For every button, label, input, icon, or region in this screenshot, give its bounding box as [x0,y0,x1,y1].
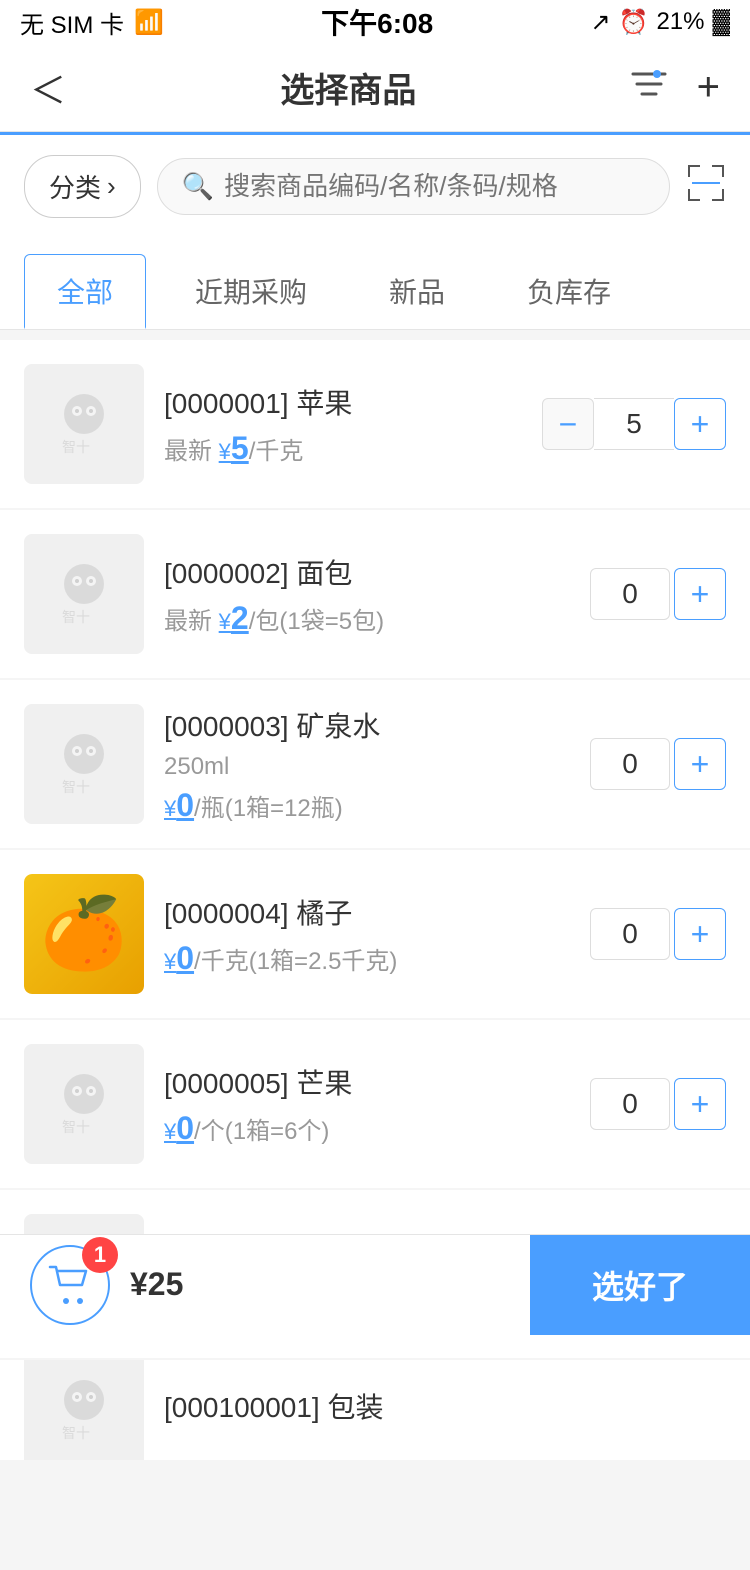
product-image-0000001: 智十 [24,364,144,484]
product-name: [000100001] 包装 [164,1386,726,1426]
status-bar: 无 SIM 卡 📶 下午6:08 ↗ ⏰ 21% ▓ [0,0,750,44]
qty-control-0000005: + [590,1078,726,1130]
tabs-row: 全部 近期采购 新品 负库存 [0,238,750,330]
product-price: ¥0/个(1箱=6个) [164,1110,570,1147]
cart-icon-button[interactable]: 1 [30,1245,110,1325]
search-icon: 🔍 [182,171,214,202]
product-image-0000003: 智十 [24,704,144,824]
qty-plus-button[interactable]: + [674,1078,726,1130]
confirm-button[interactable]: 选好了 [530,1235,750,1335]
sim-status: 无 SIM 卡 [20,5,124,40]
list-item: 智十 [0000002] 面包 最新 ¥2/包(1袋=5包) + [0,510,750,678]
qty-input[interactable] [590,908,670,960]
location-icon: ↗ [590,8,610,37]
qty-control-0000004: + [590,908,726,960]
back-button[interactable]: ＜ [30,62,66,114]
tab-recent[interactable]: 近期采购 [162,254,340,329]
product-image-0000002: 智十 [24,534,144,654]
list-item-partial: 智十 [000100001] 包装 [0,1360,750,1460]
price-value: 5 [231,430,249,466]
list-item: 智十 [0000001] 苹果 最新 ¥5/千克 − + [0,340,750,508]
product-price: 最新 ¥5/千克 [164,430,522,467]
qty-input[interactable] [594,398,674,450]
category-label: 分类 [49,168,101,205]
battery-status: 21% [656,8,704,36]
category-button[interactable]: 分类 › [24,155,141,218]
list-item: 🍊 [0000004] 橘子 ¥0/千克(1箱=2.5千克) + [0,850,750,1018]
product-name: [0000005] 芒果 [164,1062,570,1102]
product-price: 最新 ¥2/包(1袋=5包) [164,600,570,637]
product-price: ¥0/瓶(1箱=12瓶) [164,787,570,824]
qty-input[interactable] [590,1078,670,1130]
tab-new[interactable]: 新品 [356,254,478,329]
svg-text:智十: 智十 [62,439,90,455]
list-item: 智十 [0000003] 矿泉水 250ml ¥0/瓶(1箱=12瓶) + [0,680,750,848]
product-name: [0000002] 面包 [164,552,570,592]
product-name: [0000003] 矿泉水 [164,705,570,745]
product-image-0000005: 智十 [24,1044,144,1164]
add-button[interactable]: + [697,65,720,110]
qty-plus-button[interactable]: + [674,398,726,450]
nav-actions: + [631,65,720,110]
alarm-icon: ⏰ [619,8,649,37]
cart-badge: 1 [82,1237,118,1273]
qty-plus-button[interactable]: + [674,738,726,790]
status-right: ↗ ⏰ 21% ▓ [590,8,730,37]
product-info-0000005: [0000005] 芒果 ¥0/个(1箱=6个) [164,1062,570,1147]
status-left: 无 SIM 卡 📶 [20,5,164,40]
bottom-bar: 1 ¥25 选好了 [0,1234,750,1334]
product-info-0000002: [0000002] 面包 最新 ¥2/包(1袋=5包) [164,552,570,637]
qty-plus-button[interactable]: + [674,908,726,960]
qty-control-0000002: + [590,568,726,620]
product-info-0000003: [0000003] 矿泉水 250ml ¥0/瓶(1箱=12瓶) [164,705,570,824]
product-info-0000004: [0000004] 橘子 ¥0/千克(1箱=2.5千克) [164,892,570,977]
cart-section: 1 ¥25 [0,1245,530,1325]
list-item: 智十 [0000005] 芒果 ¥0/个(1箱=6个) + [0,1020,750,1188]
product-image-0000004: 🍊 [24,874,144,994]
filter-icon[interactable] [631,68,667,108]
qty-input[interactable] [590,738,670,790]
product-name: [0000001] 苹果 [164,382,522,422]
status-time: 下午6:08 [321,2,433,42]
qty-plus-button[interactable]: + [674,568,726,620]
qty-control-0000001: − + [542,398,726,450]
battery-icon: ▓ [713,8,731,36]
search-input[interactable] [224,171,645,202]
qty-minus-button[interactable]: − [542,398,594,450]
scan-icon[interactable] [686,163,726,211]
cart-total-price: ¥25 [130,1266,183,1303]
product-info-0000001: [0000001] 苹果 最新 ¥5/千克 [164,382,522,467]
product-name: [0000004] 橘子 [164,892,570,932]
search-box: 🔍 [157,158,670,215]
nav-bar: ＜ 选择商品 + [0,44,750,132]
category-chevron: › [107,171,116,202]
product-price: ¥0/千克(1箱=2.5千克) [164,940,570,977]
qty-input[interactable] [590,568,670,620]
tab-all[interactable]: 全部 [24,254,146,329]
product-image-partial: 智十 [24,1360,144,1460]
price-unit: /千克 [249,438,304,465]
product-spec: 250ml [164,753,570,781]
page-title: 选择商品 [280,63,416,112]
svg-text:智十: 智十 [62,609,90,625]
product-info-partial: [000100001] 包装 [164,1386,726,1434]
tab-negative-stock[interactable]: 负库存 [494,254,644,329]
qty-control-0000003: + [590,738,726,790]
filter-row: 分类 › 🔍 [0,135,750,238]
price-latest-label: 最新 [164,438,219,465]
wifi-icon: 📶 [134,8,164,37]
svg-text:智十: 智十 [62,779,90,795]
svg-text:智十: 智十 [62,1119,90,1135]
svg-text:智十: 智十 [62,1425,90,1441]
